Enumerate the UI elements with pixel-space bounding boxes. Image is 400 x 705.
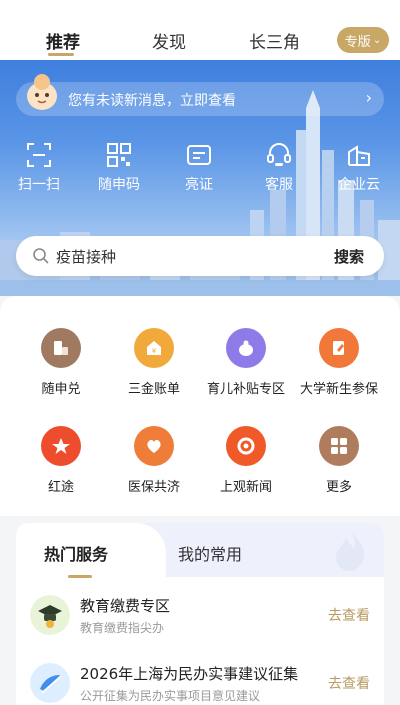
qrcode-icon [107, 143, 131, 167]
edition-switch-button[interactable]: 专版 ⌄ [337, 27, 389, 53]
tab-recommend[interactable]: 推荐 [46, 28, 80, 53]
service-label: 上观新闻 [219, 480, 272, 495]
bill-icon: ¥ [134, 328, 174, 368]
unread-message-banner[interactable]: 您有未读新消息，立即查看 › [16, 82, 384, 116]
service-news[interactable]: 上观新闻 [196, 426, 296, 495]
tab-yangtze-delta[interactable]: 长三角 [249, 28, 300, 53]
row-subtitle: 教育缴费指尖办 [80, 621, 165, 635]
list-item[interactable]: 教育缴费专区 教育缴费指尖办 去查看 [16, 587, 384, 647]
hot-services-tabs: 热门服务 我的常用 [16, 523, 384, 578]
tab-discover[interactable]: 发现 [152, 28, 186, 53]
red-route-icon [41, 426, 81, 466]
suggestion-icon [30, 663, 70, 703]
quick-action-id-card[interactable]: 亮证 [164, 142, 234, 194]
medical-insurance-icon [134, 426, 174, 466]
chevron-down-icon: ⌄ [372, 34, 382, 46]
hot-services-card: 热门服务 我的常用 教育缴费专区 教育缴费指尖办 去查看 2026年上海为民办实… [16, 523, 384, 705]
hero-banner: 您有未读新消息，立即查看 › 扫一扫 随申码 亮证 客服 企业云 疫苗接种 搜索 [0, 60, 400, 296]
view-link[interactable]: 去查看 [328, 673, 370, 693]
customer-service-icon [267, 143, 291, 166]
insurance-icon [319, 328, 359, 368]
education-icon [30, 595, 70, 635]
quick-action-label: 亮证 [185, 177, 213, 193]
service-bill[interactable]: ¥ 三金账单 [104, 328, 204, 397]
service-label: 红途 [47, 480, 74, 495]
service-redeem[interactable]: 随申兑 [11, 328, 111, 397]
tab-hot-services[interactable]: 热门服务 [44, 541, 108, 565]
row-subtitle: 公开征集为民办实事项目意见建议 [80, 689, 261, 703]
id-card-icon [187, 145, 211, 165]
tab-my-frequent[interactable]: 我的常用 [178, 541, 242, 565]
top-tab-bar: 推荐 发现 长三角 专版 ⌄ [0, 0, 400, 60]
active-tab-indicator [68, 575, 92, 578]
notice-text: 您有未读新消息，立即查看 [68, 93, 236, 109]
app-screen: 推荐 发现 长三角 专版 ⌄ 您有未读新消息，立即查看 › 扫一扫 随申码 亮证… [0, 0, 400, 705]
quick-action-label: 随申码 [98, 177, 140, 193]
service-baby-subsidy[interactable]: 育儿补贴专区 [196, 328, 296, 397]
quick-action-qrcode[interactable]: 随申码 [84, 142, 154, 194]
news-icon [226, 426, 266, 466]
service-label: 三金账单 [127, 382, 180, 397]
quick-action-label: 客服 [265, 177, 293, 193]
service-label: 随申兑 [41, 382, 81, 397]
baby-subsidy-icon [226, 328, 266, 368]
scan-icon [27, 143, 51, 167]
flame-decoration-icon [336, 529, 365, 571]
service-label: 更多 [325, 480, 352, 495]
service-more[interactable]: 更多 [289, 426, 389, 495]
row-title: 教育缴费专区 [80, 597, 171, 615]
search-input[interactable]: 疫苗接种 [56, 246, 116, 267]
quick-action-scan[interactable]: 扫一扫 [4, 142, 74, 194]
search-icon [33, 248, 49, 264]
quick-action-label: 企业云 [338, 177, 380, 193]
service-label: 大学新生参保 [299, 382, 378, 397]
redeem-icon [41, 328, 81, 368]
quick-action-label: 扫一扫 [18, 177, 60, 193]
mascot-icon [27, 74, 57, 110]
service-label: 育儿补贴专区 [206, 382, 285, 397]
enterprise-cloud-icon [348, 145, 370, 166]
chevron-right-icon: › [365, 88, 372, 107]
quick-action-customer-service[interactable]: 客服 [244, 142, 314, 194]
edition-label: 专版 [344, 34, 371, 50]
service-grid: 随申兑 ¥ 三金账单 育儿补贴专区 大学新生参保 红途 医保共济 上观新闻 更多 [0, 296, 400, 516]
quick-action-enterprise-cloud[interactable]: 企业云 [324, 142, 394, 194]
service-red-route[interactable]: 红途 [11, 426, 111, 495]
list-item[interactable]: 2026年上海为民办实事建议征集 公开征集为民办实事项目意见建议 去查看 [16, 655, 384, 705]
service-medical-insurance[interactable]: 医保共济 [104, 426, 204, 495]
row-title: 2026年上海为民办实事建议征集 [80, 665, 299, 683]
search-bar[interactable]: 疫苗接种 搜索 [16, 236, 384, 276]
view-link[interactable]: 去查看 [328, 605, 370, 625]
service-insurance[interactable]: 大学新生参保 [289, 328, 389, 397]
active-tab-indicator [48, 53, 74, 56]
search-button[interactable]: 搜索 [334, 246, 364, 267]
service-label: 医保共济 [127, 480, 180, 495]
svg-text:¥: ¥ [152, 347, 157, 355]
more-icon [319, 426, 359, 466]
